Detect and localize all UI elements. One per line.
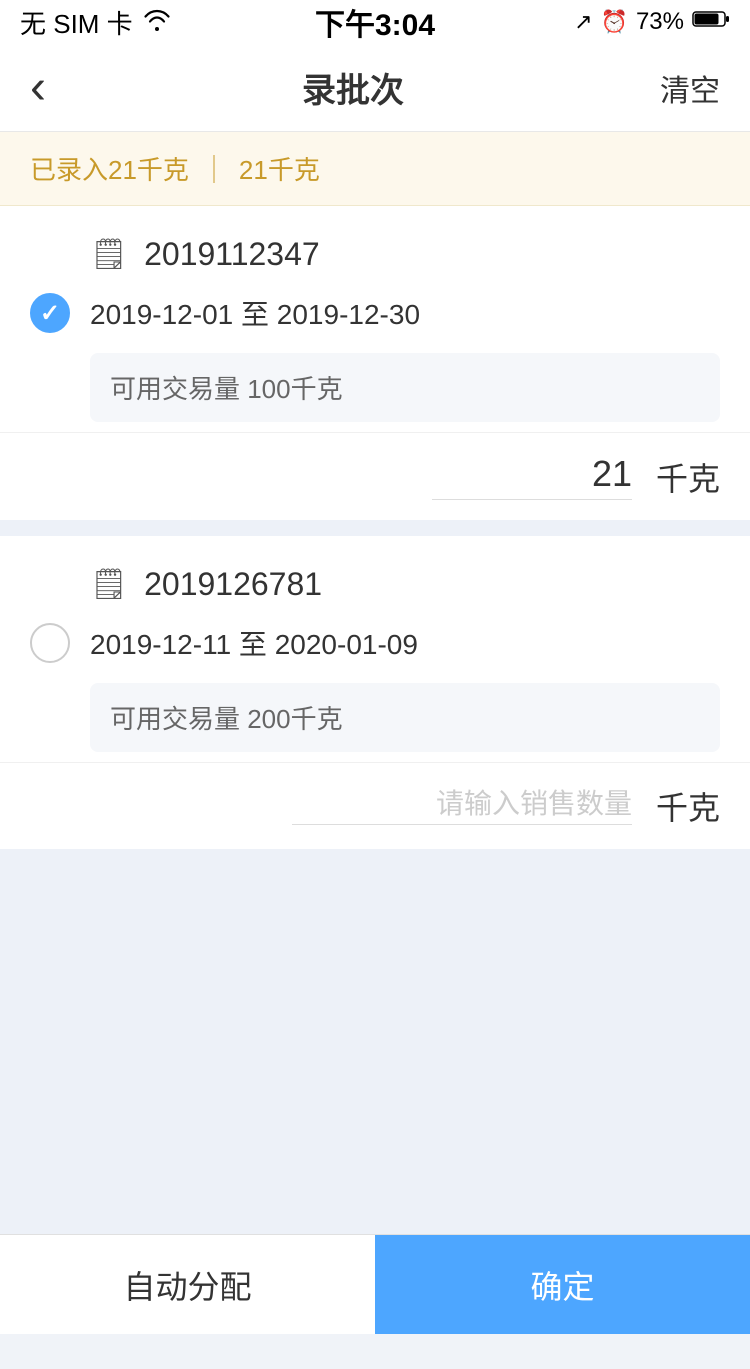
- doc-icon-1: 🗒: [90, 237, 128, 272]
- battery-text: 73%: [636, 8, 684, 36]
- back-button[interactable]: ‹: [30, 60, 46, 115]
- clear-button[interactable]: 清空: [660, 66, 720, 110]
- summary-value: 21千克: [239, 150, 320, 187]
- status-right: ↗ ⏰ 73%: [574, 8, 730, 36]
- nav-bar: ‹ 录批次 清空: [0, 44, 750, 132]
- batch-card-2: 🗒 2019126781 2019-12-11 至 2020-01-09 可用交…: [0, 536, 750, 849]
- status-bar: 无 SIM 卡 下午3:04 ↗ ⏰ 73%: [0, 0, 750, 44]
- empty-area: [0, 849, 750, 1269]
- date-range-1: 2019-12-01 至 2019-12-30: [90, 293, 420, 333]
- batch-card-1: 🗒 2019112347 ✓ 2019-12-01 至 2019-12-30 可…: [0, 206, 750, 520]
- confirm-button[interactable]: 确定: [375, 1235, 750, 1334]
- avail-row-1: 可用交易量 100千克: [90, 353, 720, 422]
- bottom-bar: 自动分配 确定: [0, 1234, 750, 1334]
- qty-unit-1: 千克: [656, 454, 720, 500]
- summary-divider: [213, 155, 215, 183]
- qty-row-2: 千克: [0, 762, 750, 849]
- qty-input-1[interactable]: [472, 453, 632, 495]
- batch-header-2: 🗒 2019126781: [0, 536, 750, 613]
- qty-input-2[interactable]: [352, 788, 632, 820]
- check-icon-1: ✓: [40, 299, 60, 328]
- batch-number-1: 2019112347: [144, 236, 320, 273]
- date-range-2: 2019-12-11 至 2020-01-09: [90, 623, 418, 663]
- qty-unit-2: 千克: [656, 783, 720, 829]
- battery-icon: [692, 8, 730, 36]
- section-divider: [0, 520, 750, 536]
- qty-row-1: 千克: [0, 432, 750, 520]
- status-left: 无 SIM 卡: [20, 4, 171, 41]
- qty-underline-1: [432, 453, 632, 500]
- batch-header-1: 🗒 2019112347: [0, 206, 750, 283]
- avail-row-2: 可用交易量 200千克: [90, 683, 720, 752]
- carrier-text: 无 SIM 卡: [20, 4, 133, 41]
- batch-date-row-1: ✓ 2019-12-01 至 2019-12-30: [0, 283, 750, 343]
- radio-btn-1[interactable]: ✓: [30, 293, 70, 333]
- summary-bar: 已录入21千克 21千克: [0, 132, 750, 206]
- batch-number-2: 2019126781: [144, 566, 322, 603]
- location-icon: ↗: [574, 9, 592, 35]
- status-time: 下午3:04: [315, 0, 435, 44]
- qty-underline-2: [292, 788, 632, 825]
- auto-distribute-button[interactable]: 自动分配: [0, 1235, 375, 1334]
- doc-icon-2: 🗒: [90, 567, 128, 602]
- radio-btn-2[interactable]: [30, 623, 70, 663]
- summary-label: 已录入21千克: [30, 150, 189, 187]
- batch-date-row-2: 2019-12-11 至 2020-01-09: [0, 613, 750, 673]
- alarm-icon: ⏰: [601, 9, 628, 35]
- wifi-icon: [143, 7, 171, 38]
- page-title: 录批次: [302, 63, 404, 112]
- content-area: 🗒 2019112347 ✓ 2019-12-01 至 2019-12-30 可…: [0, 206, 750, 1369]
